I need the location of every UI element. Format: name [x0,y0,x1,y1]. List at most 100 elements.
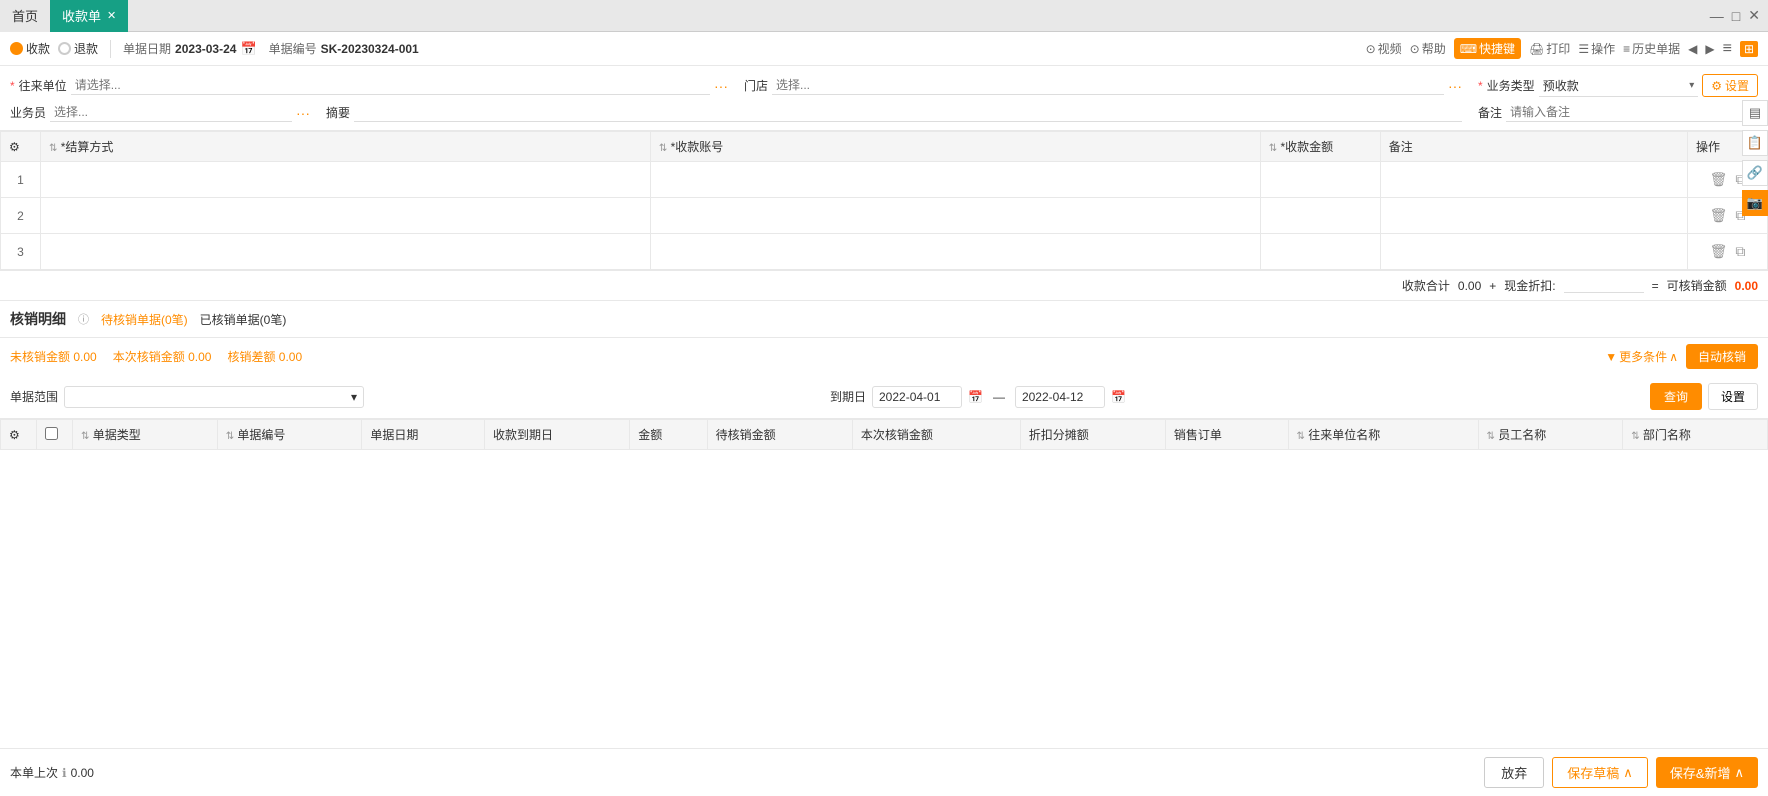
dept-header[interactable]: ⇅ 部门名称 [1623,420,1768,450]
row-2-amount[interactable] [1260,198,1380,234]
remark-column-header: 备注 [1380,132,1687,162]
date-calendar-start-icon[interactable]: 📅 [968,390,983,404]
minimize-btn[interactable]: — [1710,8,1724,24]
settlement-column-header[interactable]: ⇅ *结算方式 [41,132,651,162]
bottom-checkbox-header[interactable] [37,420,73,450]
verification-right-actions: ▼ 更多条件 ∧ 自动核销 [1605,344,1758,369]
receipt-radio[interactable]: 收款 [10,40,50,57]
per-info-icon[interactable]: ℹ [62,766,67,780]
row-2-settlement[interactable] [41,198,651,234]
summary-input[interactable] [354,103,1462,122]
counterparty-header[interactable]: ⇅ 往来单位名称 [1288,420,1478,450]
form-section: * 往来单位 ··· 门店 ··· * 业务类型 预收款 ▾ ⚙ 设置 [0,66,1768,131]
business-type-chevron-icon: ▾ [1689,80,1694,91]
row-3-remark[interactable] [1380,234,1687,270]
nav-next-icon[interactable]: ▶ [1705,42,1714,56]
date-start-input[interactable] [872,386,962,408]
account-column-header[interactable]: ⇅ *收款账号 [650,132,1260,162]
toolbar-right-actions: ⊙ 视频 ⊙ 帮助 ⌨ 快捷键 🖨 打印 ☰ 操作 ≡ 历史单据 ◀ ▶ ≡ ⊞ [1366,38,1758,59]
completed-tab[interactable]: 已核销单据(0笔) [200,311,287,328]
nav-prev-icon[interactable]: ◀ [1688,42,1697,56]
history-btn[interactable]: ≡ 历史单据 [1623,40,1680,57]
row-3-delete-btn[interactable]: 🗑 [1708,241,1730,262]
save-draft-button[interactable]: 保存草稿 ∧ [1552,757,1648,788]
shortcut-btn[interactable]: ⌨ 快捷键 [1454,38,1521,59]
operate-btn[interactable]: ☰ 操作 [1578,40,1615,57]
layout2-icon[interactable]: ⊞ [1740,41,1758,57]
row-1-account[interactable] [650,162,1260,198]
sidebar-camera-icon-btn[interactable]: 📷 [1742,190,1768,216]
row-2-account[interactable] [650,198,1260,234]
row-2-delete-btn[interactable]: 🗑 [1708,205,1730,226]
date-calendar-icon[interactable]: 📅 [240,41,256,57]
footer-right: 放弃 保存草稿 ∧ 保存&新增 ∧ [1484,757,1758,788]
row-3-account[interactable] [650,234,1260,270]
verification-section: 核销明细 ⓘ 待核销单据(0笔) 已核销单据(0笔) 未核销金额 0.00 本次… [0,301,1768,796]
tab-home[interactable]: 首页 [0,0,50,32]
amount-column-header[interactable]: ⇅ *收款金额 [1260,132,1380,162]
business-type-select[interactable]: 预收款 ▾ [1539,75,1699,97]
doc-type-header[interactable]: ⇅ 单据类型 [73,420,218,450]
filter-settings-button[interactable]: 设置 [1708,383,1758,410]
discount-input[interactable] [1564,278,1644,293]
range-select[interactable]: ▾ [64,386,364,408]
pending-tab[interactable]: 待核销单据(0笔) [101,311,188,328]
equals-sign: = [1652,279,1659,293]
row-1-amount[interactable] [1260,162,1380,198]
help-btn[interactable]: ⊙ 帮助 [1410,40,1446,57]
row-1-delete-btn[interactable]: 🗑 [1708,169,1730,190]
tab-bar: 首页 收款单 ✕ — □ ✕ [0,0,1768,32]
abandon-button[interactable]: 放弃 [1484,757,1544,788]
refund-radio[interactable]: 退款 [58,40,98,57]
sidebar-clipboard-icon-btn[interactable]: 📋 [1742,130,1768,156]
receipt-radio-label: 收款 [26,40,50,57]
auto-verify-button[interactable]: 自动核销 [1686,344,1758,369]
layout1-icon[interactable]: ≡ [1723,40,1732,58]
store-input[interactable] [772,76,1444,95]
sidebar-link-icon-btn[interactable]: 🔗 [1742,160,1768,186]
maximize-btn[interactable]: □ [1732,8,1740,24]
footer: 本单上次 ℹ 0.00 放弃 保存草稿 ∧ 保存&新增 ∧ [0,748,1768,796]
main-content: 收款 退款 单据日期 2023-03-24 📅 单据编号 SK-20230324… [0,32,1768,796]
staff-name-header[interactable]: ⇅ 员工名称 [1478,420,1623,450]
video-btn[interactable]: ⊙ 视频 [1366,40,1402,57]
diff-stat: 核销差额 0.00 [227,348,302,365]
close-btn[interactable]: ✕ [1748,7,1760,24]
current-stat: 本次核销金额 0.00 [113,348,212,365]
bottom-table-wrapper: ⚙ ⇅ 单据类型 ⇅ 单据编号 单据日期 收款到期日 金额 待核销金额 本次核销… [0,419,1768,450]
note-input[interactable] [1506,103,1758,122]
verification-info-icon[interactable]: ⓘ [78,311,89,327]
store-more-icon[interactable]: ··· [1448,78,1462,94]
select-all-checkbox[interactable] [45,427,58,440]
staff-more-icon[interactable]: ··· [296,105,310,121]
row-1-remark[interactable] [1380,162,1687,198]
counterparty-input[interactable] [71,76,710,95]
more-conditions-btn[interactable]: ▼ 更多条件 ∧ [1605,348,1678,365]
query-button[interactable]: 查询 [1650,383,1702,410]
discount-header: 折扣分摊额 [1020,420,1165,450]
settings-button[interactable]: ⚙ 设置 [1702,74,1758,97]
filter-row: 单据范围 ▾ 到期日 📅 — 📅 查询 设置 [0,375,1768,419]
tab-receipt[interactable]: 收款单 ✕ [50,0,128,32]
row-3-actions: 🗑 ⧉ [1688,234,1768,270]
date-end-input[interactable] [1015,386,1105,408]
date-calendar-end-icon[interactable]: 📅 [1111,390,1126,404]
receipt-radio-circle [10,42,23,55]
bottom-gear-header[interactable]: ⚙ [1,420,37,450]
gear-column-header[interactable]: ⚙ [1,132,41,162]
row-2-remark[interactable] [1380,198,1687,234]
counterparty-more-icon[interactable]: ··· [714,78,728,94]
verification-table: ⚙ ⇅ 单据类型 ⇅ 单据编号 单据日期 收款到期日 金额 待核销金额 本次核销… [0,419,1768,450]
tab-close-icon[interactable]: ✕ [107,9,116,22]
sidebar-table-icon-btn[interactable]: ▤ [1742,100,1768,126]
print-btn[interactable]: 🖨 打印 [1529,40,1570,57]
row-3-copy-btn[interactable]: ⧉ [1733,241,1747,262]
row-3-amount[interactable] [1260,234,1380,270]
row-1-settlement[interactable] [41,162,651,198]
business-type-label: 业务类型 [1487,77,1535,94]
staff-input[interactable] [50,103,292,122]
doc-no-header[interactable]: ⇅ 单据编号 [217,420,362,450]
row-3-settlement[interactable] [41,234,651,270]
save-new-button[interactable]: 保存&新增 ∧ [1656,757,1758,788]
divider-1 [110,40,111,58]
